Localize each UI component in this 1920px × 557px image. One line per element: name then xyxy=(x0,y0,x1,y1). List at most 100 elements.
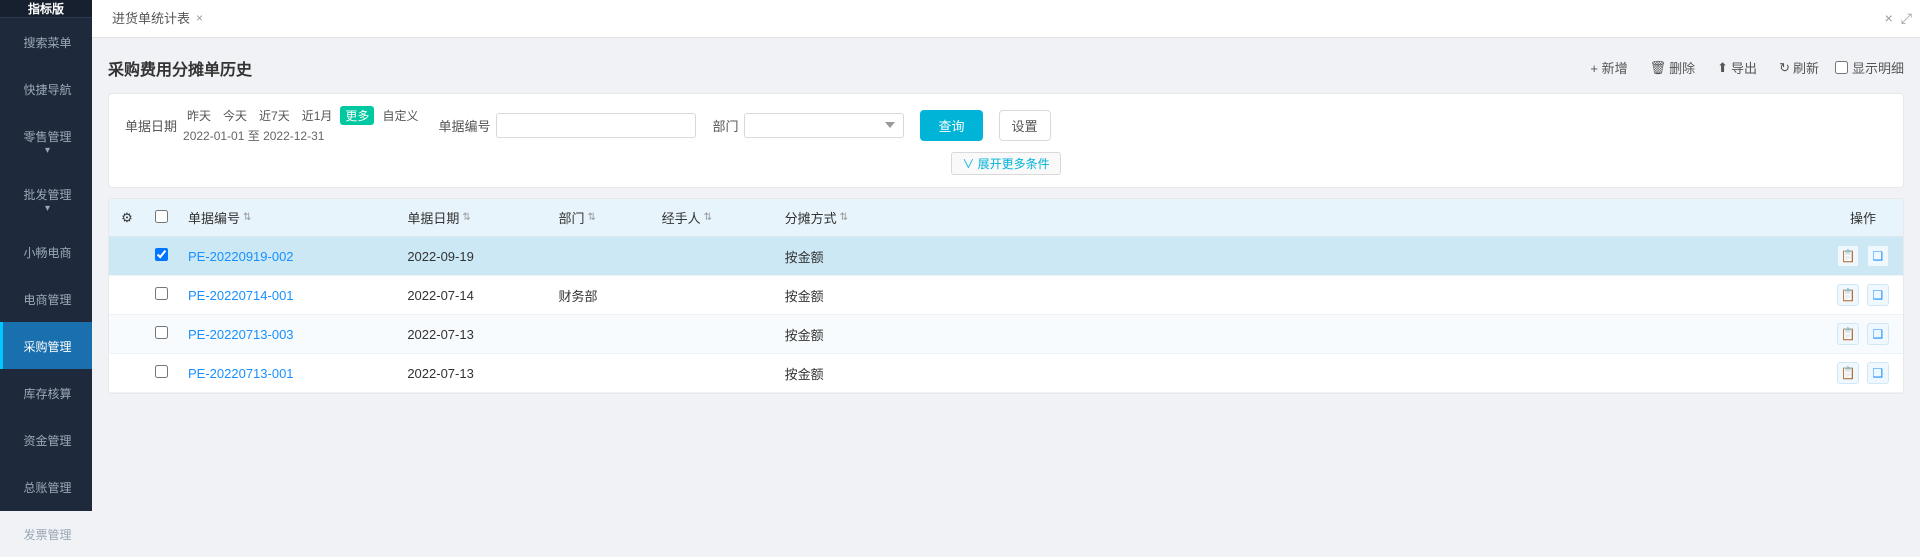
query-button[interactable]: 查询 xyxy=(920,110,982,141)
sidebar-item-retail[interactable]: 零售管理▾ xyxy=(0,112,92,170)
sidebar-item-ledger[interactable]: 总账管理 xyxy=(0,463,92,510)
docnum-link-2[interactable]: PE-20220714-001 xyxy=(188,288,294,303)
more-icon-3[interactable]: ❑ xyxy=(1867,323,1889,345)
sidebar-item-inventory[interactable]: 库存核算 xyxy=(0,369,92,416)
more-icon-1[interactable]: ❑ xyxy=(1867,245,1889,267)
row-check-1[interactable] xyxy=(155,248,168,261)
row-checkbox-1[interactable] xyxy=(145,237,178,276)
add-button[interactable]: + 新增 xyxy=(1584,54,1633,81)
dept-select[interactable]: 财务部 xyxy=(744,113,904,138)
more-icon-2[interactable]: ❑ xyxy=(1867,284,1889,306)
sort-icon-handler: ⇅ xyxy=(704,212,712,223)
export-icon: ⬆ xyxy=(1717,60,1728,76)
header-actions: + 新增 🗑 删除 ⬆ 导出 ↻ 刷新 显示明细 xyxy=(1584,54,1904,81)
th-handler[interactable]: 经手人 ⇅ xyxy=(652,199,775,237)
row-split-4: 按金额 xyxy=(775,354,1823,393)
more-dates-btn[interactable]: 更多 xyxy=(340,106,374,125)
dept-filter: 部门 财务部 xyxy=(712,113,904,138)
sidebar-item-invoice[interactable]: 发票管理 xyxy=(0,510,92,557)
refresh-icon: ↻ xyxy=(1779,60,1790,76)
sidebar-item-purchase[interactable]: 采购管理 xyxy=(0,322,92,369)
more-icon-4[interactable]: ❑ xyxy=(1867,362,1889,384)
today-btn[interactable]: 今天 xyxy=(219,106,251,125)
row-checkbox-2[interactable] xyxy=(145,276,178,315)
select-all-checkbox[interactable] xyxy=(155,210,168,223)
sidebar-label-ecommerce: 电商管理 xyxy=(11,291,84,308)
row-split-2: 按金额 xyxy=(775,276,1823,315)
date-filter-label: 单据日期 xyxy=(125,116,177,135)
docnum-link-1[interactable]: PE-20220919-002 xyxy=(188,249,294,264)
table-row: PE-20220714-001 2022-07-14 财务部 按金额 📋 ❑ xyxy=(109,276,1903,315)
tab-close-purchase-incoming-stats[interactable]: × xyxy=(196,11,203,25)
sidebar-label-retail: 零售管理 xyxy=(11,128,84,145)
table-row: PE-20220713-003 2022-07-13 按金额 📋 ❑ xyxy=(109,315,1903,354)
row-check-2[interactable] xyxy=(155,287,168,300)
table-row: PE-20220713-001 2022-07-13 按金额 📋 ❑ xyxy=(109,354,1903,393)
row-handler-4 xyxy=(652,354,775,393)
docnum-link-3[interactable]: PE-20220713-003 xyxy=(188,327,294,342)
delete-button[interactable]: 🗑 删除 xyxy=(1644,54,1702,81)
display-toggle[interactable]: 显示明细 xyxy=(1835,58,1904,77)
th-doc-num[interactable]: 单据编号 ⇅ xyxy=(178,199,397,237)
sort-icon-dept: ⇅ xyxy=(587,212,595,223)
row-ops-3: 📋 ❑ xyxy=(1823,315,1903,354)
row-handler-1 xyxy=(652,237,775,276)
sidebar-item-capital[interactable]: 资金管理 xyxy=(0,416,92,463)
edit-icon-1[interactable]: 📋 xyxy=(1837,245,1859,267)
sort-icon-date: ⇅ xyxy=(462,212,470,223)
display-toggle-checkbox[interactable] xyxy=(1835,61,1848,74)
sidebar-item-mini-shop[interactable]: 小畅电商 xyxy=(0,228,92,275)
edit-icon-3[interactable]: 📋 xyxy=(1837,323,1859,345)
last1month-btn[interactable]: 近1月 xyxy=(298,106,337,125)
sidebar-arrow-retail: ▾ xyxy=(11,145,84,156)
th-split-method[interactable]: 分摊方式 ⇅ xyxy=(775,199,1823,237)
refresh-button[interactable]: ↻ 刷新 xyxy=(1773,54,1825,81)
custom-date-btn[interactable]: 自定义 xyxy=(378,106,422,125)
row-docnum-3: PE-20220713-003 xyxy=(178,315,397,354)
page-title: 采购费用分摊单历史 xyxy=(108,56,252,80)
row-checkbox-3[interactable] xyxy=(145,315,178,354)
edit-icon-4[interactable]: 📋 xyxy=(1837,362,1859,384)
row-split-1: 按金额 xyxy=(775,237,1823,276)
row-ops-1: 📋 ❑ xyxy=(1823,237,1903,276)
maximize-window-btn[interactable]: ⤢ xyxy=(1901,10,1912,27)
sidebar-item-search[interactable]: 搜索菜单 xyxy=(0,18,92,65)
sidebar-item-wholesale[interactable]: 批发管理▾ xyxy=(0,170,92,228)
row-ops-2: 📋 ❑ xyxy=(1823,276,1903,315)
table-row: PE-20220919-002 2022-09-19 按金额 📋 ❑ xyxy=(109,237,1903,276)
filter-panel: 单据日期 昨天 今天 近7天 近1月 更多 自定义 2022-01-01 至 2… xyxy=(108,93,1904,188)
row-check-4[interactable] xyxy=(155,365,168,378)
yesterday-btn[interactable]: 昨天 xyxy=(183,106,215,125)
row-settings-4 xyxy=(109,354,145,393)
row-ops-4: 📋 ❑ xyxy=(1823,354,1903,393)
row-settings-1 xyxy=(109,237,145,276)
settings-button[interactable]: 设置 xyxy=(999,110,1051,141)
edit-icon-2[interactable]: 📋 xyxy=(1837,284,1859,306)
row-docnum-2: PE-20220714-001 xyxy=(178,276,397,315)
chevron-down-icon: ∨ xyxy=(962,157,977,171)
row-checkbox-4[interactable] xyxy=(145,354,178,393)
docnum-filter: 单据编号 xyxy=(438,113,696,138)
sidebar-item-quick-nav[interactable]: 快捷导航 xyxy=(0,65,92,112)
th-checkbox xyxy=(145,199,178,237)
row-check-3[interactable] xyxy=(155,326,168,339)
th-doc-date[interactable]: 单据日期 ⇅ xyxy=(397,199,548,237)
th-dept[interactable]: 部门 ⇅ xyxy=(548,199,651,237)
th-settings[interactable]: ⚙ xyxy=(109,199,145,237)
sidebar-item-ecommerce[interactable]: 电商管理 xyxy=(0,275,92,322)
row-dept-3 xyxy=(548,315,651,354)
docnum-link-4[interactable]: PE-20220713-001 xyxy=(188,366,294,381)
expand-btn[interactable]: ∨ 展开更多条件 xyxy=(951,152,1060,175)
row-settings-3 xyxy=(109,315,145,354)
date-range-display: 2022-01-01 至 2022-12-31 xyxy=(183,127,422,144)
close-window-btn[interactable]: × xyxy=(1885,10,1893,27)
expand-more-area: ∨ 展开更多条件 xyxy=(125,152,1887,175)
last7days-btn[interactable]: 近7天 xyxy=(255,106,294,125)
data-table: ⚙ 单据编号 ⇅ 单据日期 xyxy=(109,199,1903,393)
date-filter: 单据日期 昨天 今天 近7天 近1月 更多 自定义 2022-01-01 至 2… xyxy=(125,106,422,144)
docnum-input[interactable] xyxy=(496,113,696,138)
filter-row: 单据日期 昨天 今天 近7天 近1月 更多 自定义 2022-01-01 至 2… xyxy=(125,106,1887,144)
export-button[interactable]: ⬆ 导出 xyxy=(1711,54,1763,81)
tab-purchase-incoming-stats[interactable]: 进货单统计表× xyxy=(100,0,254,38)
sort-icon-docnum: ⇅ xyxy=(243,212,251,223)
